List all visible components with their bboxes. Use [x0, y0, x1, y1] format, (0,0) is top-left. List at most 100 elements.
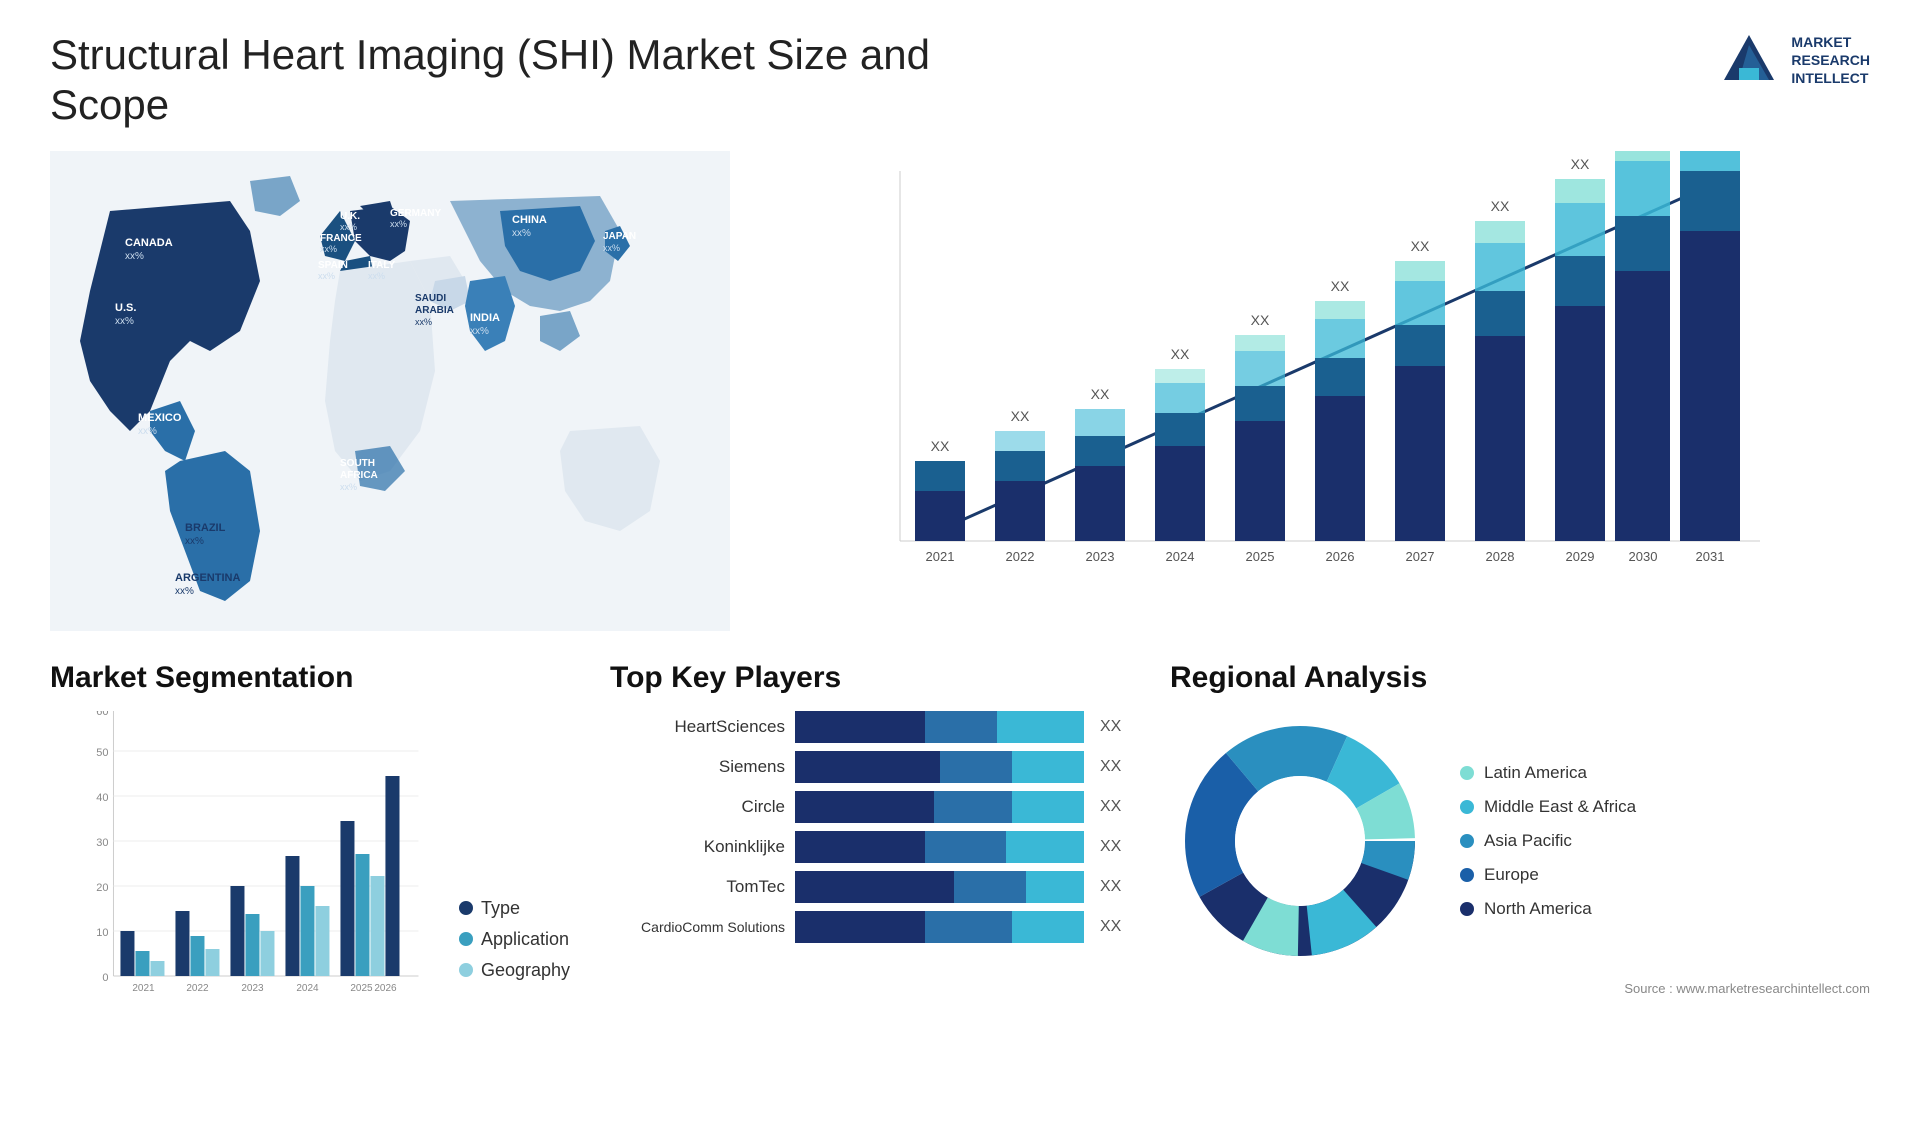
seg-legend: Type Application Geography — [459, 898, 570, 1011]
svg-text:xx%: xx% — [390, 219, 407, 229]
list-item: CardioComm Solutions XX — [610, 911, 1130, 943]
page-container: Structural Heart Imaging (SHI) Market Si… — [0, 0, 1920, 1146]
players-title: Top Key Players — [610, 661, 1130, 695]
svg-text:INDIA: INDIA — [470, 312, 500, 324]
svg-text:0: 0 — [102, 972, 108, 984]
svg-text:2021: 2021 — [926, 549, 955, 564]
svg-text:xx%: xx% — [512, 228, 531, 239]
player-name: CardioComm Solutions — [610, 919, 785, 935]
regional-chart: Latin America Middle East & Africa Asia … — [1170, 711, 1870, 971]
svg-text:2023: 2023 — [1086, 549, 1115, 564]
regional-legend: Latin America Middle East & Africa Asia … — [1460, 763, 1636, 919]
svg-text:2029: 2029 — [1566, 549, 1595, 564]
player-value: XX — [1100, 918, 1130, 936]
svg-text:2026: 2026 — [1326, 549, 1355, 564]
segmentation-section: Market Segmentation 0 10 20 30 40 5 — [50, 661, 570, 1011]
header: Structural Heart Imaging (SHI) Market Si… — [50, 30, 1870, 131]
svg-text:30: 30 — [96, 837, 108, 849]
svg-text:xx%: xx% — [415, 317, 432, 327]
svg-text:xx%: xx% — [340, 482, 357, 492]
player-value: XX — [1100, 718, 1130, 736]
svg-text:2024: 2024 — [1166, 549, 1195, 564]
svg-text:xx%: xx% — [115, 316, 134, 327]
player-name: Koninklijke — [610, 837, 785, 857]
svg-text:XX: XX — [1571, 156, 1590, 172]
logo-area: MARKET RESEARCH INTELLECT — [1719, 30, 1870, 90]
bar-chart-svg: XX 2021 XX 2022 XX 2023 XX — [790, 151, 1870, 631]
svg-text:xx%: xx% — [185, 536, 204, 547]
type-label: Type — [481, 898, 520, 919]
europe-label: Europe — [1484, 865, 1539, 885]
regional-title: Regional Analysis — [1170, 661, 1870, 695]
source-text: Source : www.marketresearchintellect.com — [1170, 981, 1870, 996]
north-america-label: North America — [1484, 899, 1592, 919]
svg-text:SAUDI: SAUDI — [415, 293, 446, 304]
player-bar — [795, 711, 1084, 743]
svg-text:xx%: xx% — [318, 271, 335, 281]
legend-latin-america: Latin America — [1460, 763, 1636, 783]
page-title: Structural Heart Imaging (SHI) Market Si… — [50, 30, 950, 131]
logo-icon — [1719, 30, 1779, 90]
svg-text:U.K.: U.K. — [340, 211, 360, 222]
svg-text:2023: 2023 — [241, 983, 264, 994]
legend-europe: Europe — [1460, 865, 1636, 885]
svg-text:50: 50 — [96, 747, 108, 759]
donut-svg — [1170, 711, 1430, 971]
svg-text:xx%: xx% — [603, 243, 620, 253]
legend-middle-east: Middle East & Africa — [1460, 797, 1636, 817]
svg-text:ARABIA: ARABIA — [415, 305, 454, 316]
player-bar — [795, 791, 1084, 823]
svg-text:xx%: xx% — [470, 326, 489, 337]
svg-text:SPAIN: SPAIN — [318, 260, 348, 271]
type-dot — [459, 901, 473, 915]
legend-asia-pacific: Asia Pacific — [1460, 831, 1636, 851]
player-bar — [795, 831, 1084, 863]
svg-text:2021: 2021 — [132, 983, 155, 994]
middle-east-dot — [1460, 800, 1474, 814]
bar-chart-container: XX 2021 XX 2022 XX 2023 XX — [770, 151, 1870, 631]
svg-text:xx%: xx% — [125, 251, 144, 262]
svg-text:60: 60 — [96, 711, 108, 718]
segmentation-title: Market Segmentation — [50, 661, 570, 695]
svg-text:2025: 2025 — [350, 983, 373, 994]
svg-text:CHINA: CHINA — [512, 214, 547, 226]
player-bar — [795, 911, 1084, 943]
svg-text:FRANCE: FRANCE — [320, 233, 362, 244]
svg-text:2025: 2025 — [1246, 549, 1275, 564]
application-label: Application — [481, 929, 569, 950]
svg-text:xx%: xx% — [138, 426, 157, 437]
svg-text:2030: 2030 — [1629, 549, 1658, 564]
player-value: XX — [1100, 878, 1130, 896]
player-name: TomTec — [610, 877, 785, 897]
svg-text:XX: XX — [1251, 312, 1270, 328]
latin-america-label: Latin America — [1484, 763, 1587, 783]
svg-text:AFRICA: AFRICA — [340, 470, 378, 481]
svg-text:2024: 2024 — [296, 983, 319, 994]
svg-text:XX: XX — [1411, 238, 1430, 254]
svg-text:10: 10 — [96, 927, 108, 939]
logo-text: MARKET RESEARCH INTELLECT — [1791, 33, 1870, 88]
legend-type: Type — [459, 898, 570, 919]
svg-text:2026: 2026 — [374, 983, 397, 994]
list-item: TomTec XX — [610, 871, 1130, 903]
svg-text:SOUTH: SOUTH — [340, 458, 375, 469]
svg-text:XX: XX — [1011, 408, 1030, 424]
asia-pacific-dot — [1460, 834, 1474, 848]
svg-text:xx%: xx% — [368, 271, 385, 281]
svg-text:2022: 2022 — [1006, 549, 1035, 564]
europe-dot — [1460, 868, 1474, 882]
geography-dot — [459, 963, 473, 977]
geography-label: Geography — [481, 960, 570, 981]
svg-text:JAPAN: JAPAN — [603, 231, 636, 242]
svg-text:U.S.: U.S. — [115, 302, 136, 314]
svg-text:xx%: xx% — [175, 586, 194, 597]
bottom-section: Market Segmentation 0 10 20 30 40 5 — [50, 661, 1870, 1011]
player-name: HeartSciences — [610, 717, 785, 737]
svg-text:XX: XX — [1091, 386, 1110, 402]
player-value: XX — [1100, 758, 1130, 776]
seg-chart-svg: 0 10 20 30 40 50 60 — [50, 711, 447, 1011]
latin-america-dot — [1460, 766, 1474, 780]
seg-chart-area: 0 10 20 30 40 50 60 — [50, 711, 570, 1011]
legend-application: Application — [459, 929, 570, 950]
legend-north-america: North America — [1460, 899, 1636, 919]
